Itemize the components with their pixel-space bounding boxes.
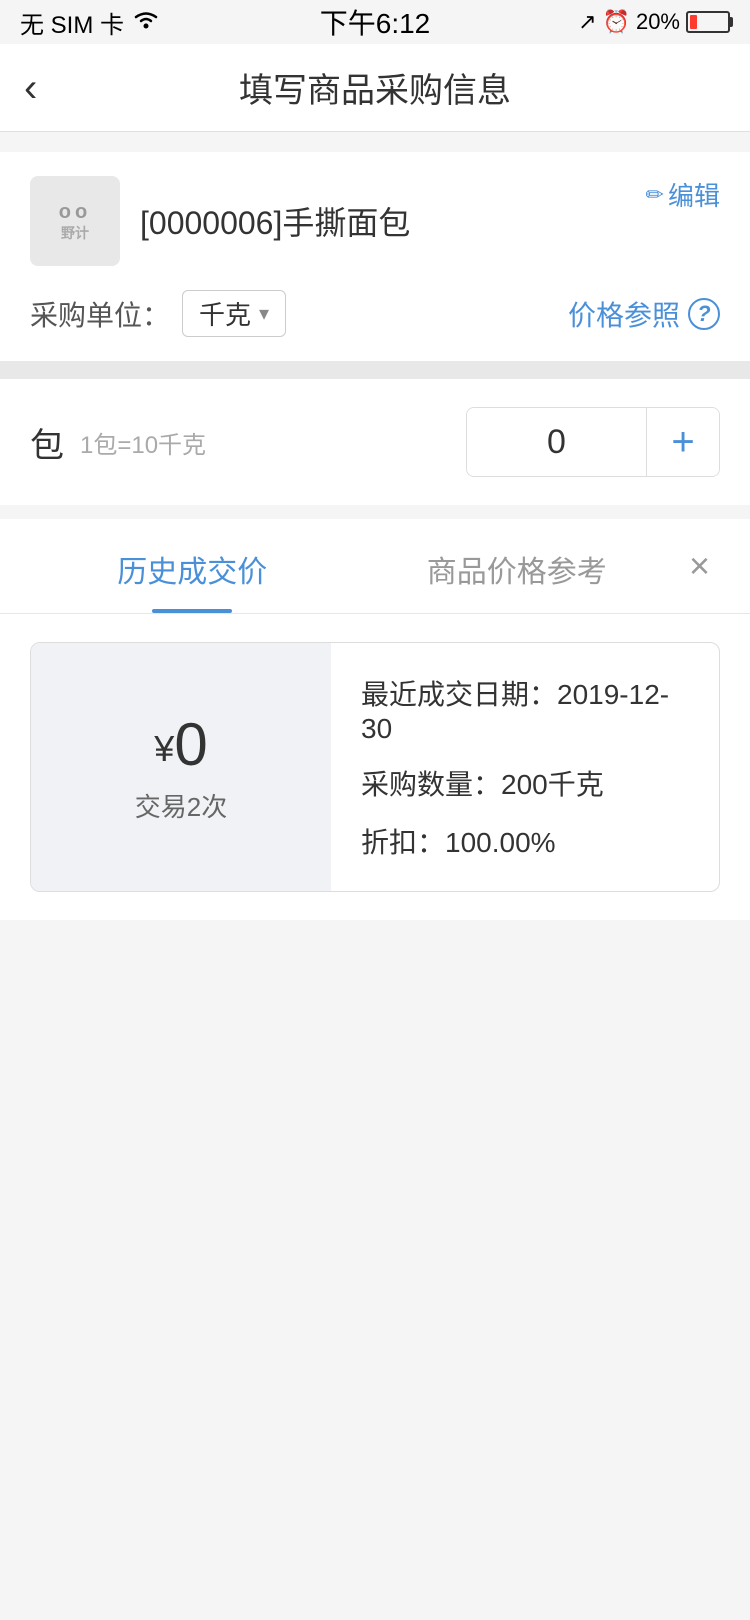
status-bar: 无 SIM 卡 下午6:12 ↗ ⏰ 20% [0, 0, 750, 44]
edit-icon: ✏ [646, 182, 664, 208]
quantity-value-display[interactable]: 0 [467, 408, 647, 476]
product-thumbnail: oo 野计 [30, 176, 120, 266]
quantity-unit-block: 包 1包=10千克 [30, 418, 206, 467]
page-title: 填写商品采购信息 [239, 63, 511, 112]
location-icon: ↗ [578, 9, 596, 35]
product-card: oo 野计 [0000006]手撕面包 ✏ 编辑 采购单位： 千克 ▾ 价格参照 [0, 152, 750, 361]
purchase-unit-label: 采购单位： [30, 294, 170, 334]
product-name-block: [0000006]手撕面包 [140, 198, 410, 244]
history-card: ¥0 交易2次 最近成交日期：2019-12-30 采购数量：200千克 折扣：… [30, 642, 720, 892]
purchase-qty-row: 采购数量：200千克 [361, 763, 689, 803]
unit-left: 采购单位： 千克 ▾ [30, 290, 286, 337]
battery-percent: 20% [636, 9, 680, 35]
time-label: 下午6:12 [320, 2, 431, 42]
tab-active-indicator [152, 609, 232, 613]
history-trades-count: 交易2次 [135, 787, 227, 824]
quantity-plus-button[interactable]: + [647, 408, 719, 476]
dropdown-arrow-icon: ▾ [259, 301, 269, 326]
history-content: ¥0 交易2次 最近成交日期：2019-12-30 采购数量：200千克 折扣：… [0, 614, 750, 920]
status-left: 无 SIM 卡 [20, 5, 160, 40]
currency-symbol: ¥ [154, 728, 174, 769]
recent-date-row: 最近成交日期：2019-12-30 [361, 673, 689, 745]
quantity-unit-label: 包 [30, 418, 64, 467]
wifi-icon [132, 8, 160, 37]
unit-select-value: 千克 [199, 295, 251, 332]
back-button[interactable]: ‹ [24, 68, 37, 108]
owl-logo-icon: oo 野计 [59, 202, 91, 240]
quantity-conversion-label: 1包=10千克 [80, 425, 206, 460]
product-top-row: oo 野计 [0000006]手撕面包 ✏ 编辑 [30, 176, 720, 266]
info-icon: ? [688, 298, 720, 330]
tab-history-price[interactable]: 历史成交价 [30, 519, 354, 613]
quantity-row: 包 1包=10千克 0 + [0, 379, 750, 505]
tab-close-button[interactable]: × [679, 548, 720, 584]
unit-select-dropdown[interactable]: 千克 ▾ [182, 290, 286, 337]
price-reference-button[interactable]: 价格参照 ? [568, 294, 720, 334]
product-id: [0000006]手撕面包 [140, 205, 410, 241]
discount-row: 折扣：100.00% [361, 821, 689, 861]
carrier-label: 无 SIM 卡 [20, 5, 124, 40]
tabs-header: 历史成交价 商品价格参考 × [0, 519, 750, 614]
status-right: ↗ ⏰ 20% [578, 9, 730, 35]
edit-button[interactable]: ✏ 编辑 [646, 176, 720, 213]
history-price-display: ¥0 [154, 710, 207, 779]
history-left-panel: ¥0 交易2次 [31, 643, 331, 891]
history-right-panel: 最近成交日期：2019-12-30 采购数量：200千克 折扣：100.00% [331, 643, 719, 891]
tabs-container: 历史成交价 商品价格参考 × ¥0 交易2次 最近成交日期：2019-12-30… [0, 519, 750, 920]
alarm-icon: ⏰ [603, 9, 630, 35]
quantity-control: 0 + [466, 407, 720, 477]
battery-icon [686, 11, 730, 33]
product-left: oo 野计 [0000006]手撕面包 [30, 176, 410, 266]
purchase-unit-row: 采购单位： 千克 ▾ 价格参照 ? [30, 290, 720, 337]
main-content-area [0, 920, 750, 1620]
section-divider [0, 361, 750, 379]
tab-product-price-ref[interactable]: 商品价格参考 [354, 519, 678, 613]
nav-bar: ‹ 填写商品采购信息 [0, 44, 750, 132]
